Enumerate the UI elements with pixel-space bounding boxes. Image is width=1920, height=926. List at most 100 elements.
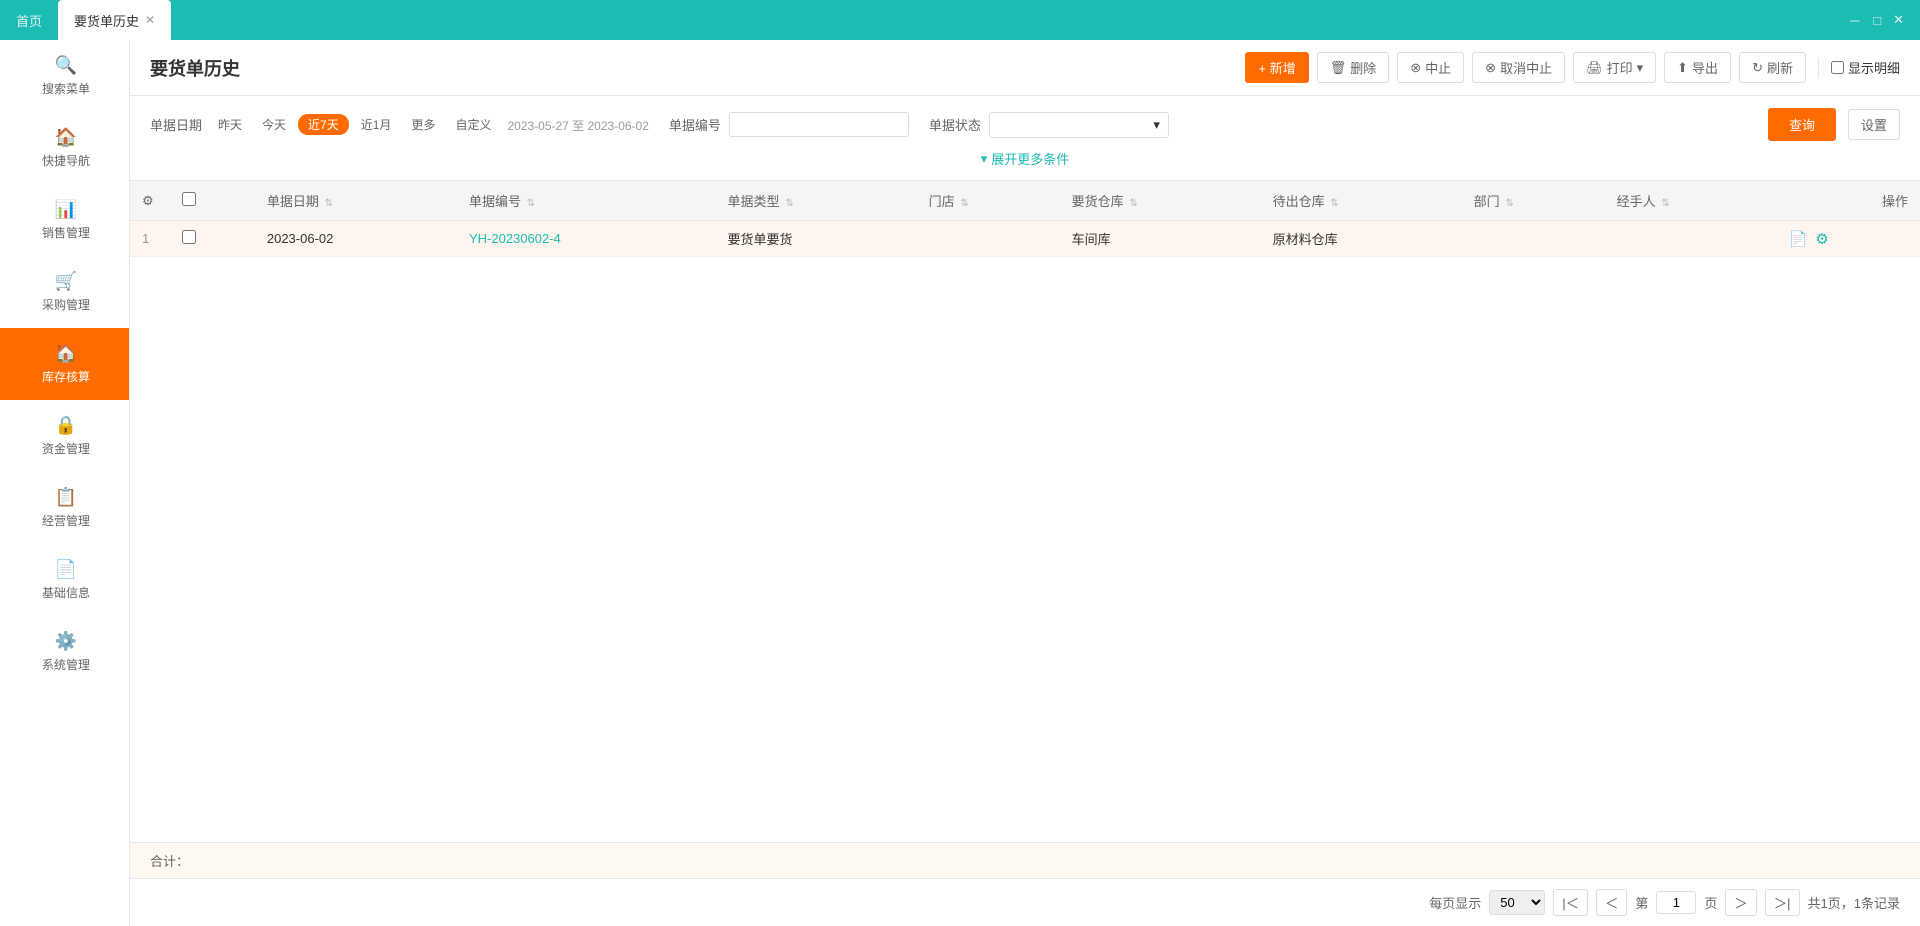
row-checkbox[interactable]	[182, 230, 196, 244]
maximize-icon[interactable]: □	[1873, 13, 1881, 28]
next-page-button[interactable]: ＞	[1725, 889, 1756, 916]
tab-bar: 首页 要货单历史 ✕	[0, 0, 1848, 40]
tab-requisition-history[interactable]: 要货单历史 ✕	[58, 0, 171, 40]
sidebar: 🔍 搜索菜单 🏠 快捷导航 📊 销售管理 🛒 采购管理 🏠 库存核算 🔒 资金管…	[0, 40, 130, 926]
query-button[interactable]: 查询	[1768, 108, 1836, 141]
sidebar-item-quick-nav[interactable]: 🏠 快捷导航	[0, 112, 129, 184]
show-detail-label: 显示明细	[1848, 58, 1900, 77]
th-settings: ⚙	[130, 181, 170, 221]
page-size-select[interactable]: 50 100 200	[1489, 890, 1545, 915]
sidebar-item-label: 搜索菜单	[42, 80, 90, 97]
sort-handler-icon[interactable]: ⇅	[1661, 198, 1669, 209]
stop-button[interactable]: ⊗ 中止	[1397, 52, 1464, 83]
th-doc-date: 单据日期 ⇅	[255, 181, 457, 221]
settings-button[interactable]: 设置	[1848, 109, 1900, 140]
page-header: 要货单历史 + 新增 🗑 删除 ⊗ 中止 ⊗ 取消中止 🖨 打印	[130, 40, 1920, 96]
system-icon: ⚙️	[55, 631, 77, 652]
sidebar-item-operations[interactable]: 📋 经营管理	[0, 472, 129, 544]
edit-action-icon[interactable]: ⚙	[1815, 230, 1828, 248]
top-bar: 首页 要货单历史 ✕ － □ ✕	[0, 0, 1920, 40]
td-store	[917, 221, 1060, 257]
sidebar-item-finance[interactable]: 🔒 资金管理	[0, 400, 129, 472]
export-button[interactable]: ⬆ 导出	[1664, 52, 1731, 83]
print-icon: 🖨	[1586, 60, 1603, 76]
page-title: 要货单历史	[150, 55, 240, 81]
sidebar-item-system[interactable]: ⚙️ 系统管理	[0, 616, 129, 688]
content-area: 要货单历史 + 新增 🗑 删除 ⊗ 中止 ⊗ 取消中止 🖨 打印	[130, 40, 1920, 926]
new-button[interactable]: + 新增	[1245, 52, 1308, 83]
date-quick-btns: 昨天 今天 近7天 近1月 更多 自定义	[210, 114, 499, 135]
sort-doc-date-icon[interactable]: ⇅	[325, 198, 333, 209]
sort-store-icon[interactable]: ⇅	[960, 198, 968, 209]
docno-label: 单据编号	[669, 115, 721, 134]
last-page-button[interactable]: ＞|	[1765, 889, 1800, 916]
sidebar-item-purchase[interactable]: 🛒 采购管理	[0, 256, 129, 328]
date-btn-custom[interactable]: 自定义	[447, 114, 499, 135]
sidebar-item-inventory[interactable]: 🏠 库存核算	[0, 328, 129, 400]
cancel-stop-button[interactable]: ⊗ 取消中止	[1472, 52, 1565, 83]
prev-page-button[interactable]: ＜	[1596, 889, 1627, 916]
gear-icon[interactable]: ⚙	[142, 193, 154, 208]
sidebar-item-search-menu[interactable]: 🔍 搜索菜单	[0, 40, 129, 112]
td-doc-no: YH-20230602-4	[457, 221, 716, 257]
page-number-input[interactable]	[1656, 891, 1696, 914]
first-page-button[interactable]: |＜	[1553, 889, 1588, 916]
date-label: 单据日期	[150, 115, 202, 134]
td-doc-type: 要货单要货	[716, 221, 917, 257]
header-actions: + 新增 🗑 删除 ⊗ 中止 ⊗ 取消中止 🖨 打印 ▾	[1245, 52, 1900, 83]
filter-bar: 单据日期 昨天 今天 近7天 近1月 更多 自定义 2023-05-27 至 2…	[130, 96, 1920, 181]
td-dept	[1462, 221, 1605, 257]
total-info: 共1页，1条记录	[1808, 893, 1900, 912]
pagination: 每页显示 50 100 200 |＜ ＜ 第 页 ＞ ＞| 共1页，1条记录	[130, 878, 1920, 926]
date-btn-7days[interactable]: 近7天	[298, 114, 349, 135]
td-wait-warehouse: 原材料仓库	[1261, 221, 1462, 257]
th-dept: 部门 ⇅	[1462, 181, 1605, 221]
basic-info-icon: 📄	[55, 559, 77, 580]
sort-req-warehouse-icon[interactable]: ⇅	[1129, 198, 1137, 209]
doc-no-link[interactable]: YH-20230602-4	[469, 231, 561, 246]
close-icon[interactable]: ✕	[1893, 12, 1904, 28]
status-select-arrow: ▾	[1153, 117, 1160, 133]
td-req-warehouse: 车间库	[1060, 221, 1261, 257]
show-detail-checkbox[interactable]	[1831, 61, 1844, 74]
delete-icon: 🗑	[1330, 60, 1347, 76]
delete-button[interactable]: 🗑 删除	[1317, 52, 1390, 83]
sort-wait-warehouse-icon[interactable]: ⇅	[1330, 198, 1338, 209]
cancel-stop-icon: ⊗	[1485, 60, 1496, 76]
th-doc-no: 单据编号 ⇅	[457, 181, 716, 221]
action-buttons-group: 查询 设置	[1768, 108, 1900, 141]
docno-input[interactable]	[729, 112, 909, 137]
divider	[1818, 58, 1819, 78]
status-select[interactable]: ▾	[989, 112, 1169, 138]
refresh-button[interactable]: ↻ 刷新	[1739, 52, 1806, 83]
table-area: ⚙ 单据日期 ⇅ 单据编号 ⇅	[130, 181, 1920, 842]
print-button[interactable]: 🖨 打印 ▾	[1573, 52, 1656, 83]
expand-conditions-btn[interactable]: ▾ 展开更多条件	[150, 149, 1900, 168]
sidebar-item-sales[interactable]: 📊 销售管理	[0, 184, 129, 256]
th-checkbox	[170, 181, 255, 221]
show-detail-checkbox-group[interactable]: 显示明细	[1831, 58, 1900, 77]
sidebar-item-label: 系统管理	[42, 656, 90, 673]
sort-doc-type-icon[interactable]: ⇅	[785, 198, 793, 209]
status-label: 单据状态	[929, 115, 981, 134]
sort-dept-icon[interactable]: ⇅	[1505, 198, 1513, 209]
select-all-checkbox[interactable]	[182, 192, 196, 206]
view-action-icon[interactable]: 📄	[1789, 230, 1808, 248]
th-doc-type: 单据类型 ⇅	[716, 181, 917, 221]
minimize-icon[interactable]: －	[1848, 11, 1861, 30]
refresh-icon: ↻	[1752, 60, 1763, 76]
sort-doc-no-icon[interactable]: ⇅	[527, 198, 535, 209]
date-btn-today[interactable]: 今天	[254, 114, 294, 135]
page-size-label: 每页显示	[1429, 893, 1481, 912]
date-btn-1month[interactable]: 近1月	[353, 114, 400, 135]
td-checkbox	[170, 221, 255, 257]
close-tab-icon[interactable]: ✕	[145, 13, 155, 27]
sidebar-item-label: 销售管理	[42, 224, 90, 241]
date-btn-more[interactable]: 更多	[403, 114, 443, 135]
sidebar-item-label: 快捷导航	[42, 152, 90, 169]
tab-home[interactable]: 首页	[0, 0, 58, 40]
date-btn-yesterday[interactable]: 昨天	[210, 114, 250, 135]
sidebar-item-label: 库存核算	[42, 368, 90, 385]
sidebar-item-basic-info[interactable]: 📄 基础信息	[0, 544, 129, 616]
export-icon: ⬆	[1677, 60, 1688, 76]
